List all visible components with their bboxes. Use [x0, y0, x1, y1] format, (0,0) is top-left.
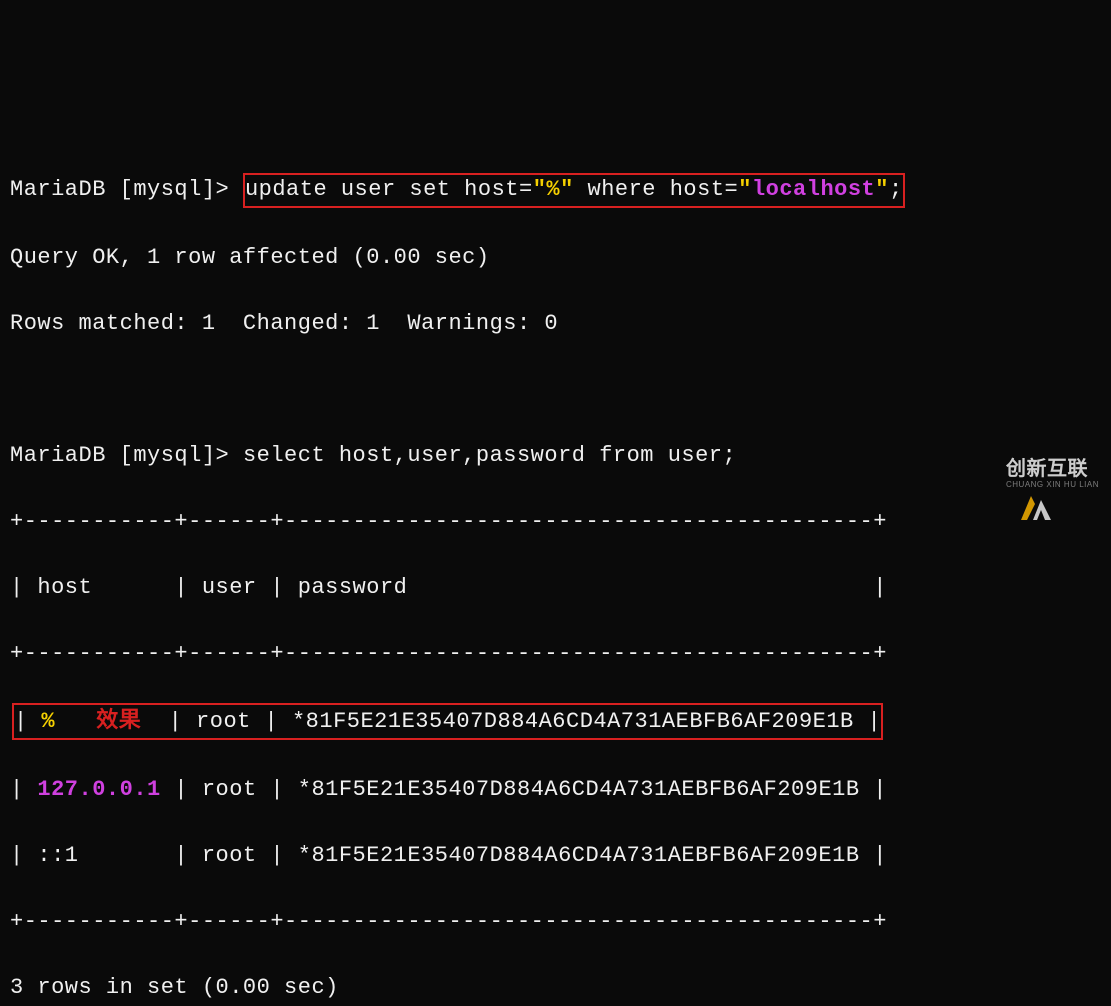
row1-pipe: |	[14, 709, 41, 734]
row1-host: %	[41, 709, 55, 734]
row1-gap1	[55, 709, 96, 734]
highlight-box-update-cmd: update user set host="%" where host="loc…	[243, 173, 905, 208]
table-row-2: | 127.0.0.1 | root | *81F5E21E35407D884A…	[10, 773, 1101, 806]
row2-pipe: |	[10, 777, 37, 802]
row1-rest: | root | *81F5E21E35407D884A6CD4A731AEBF…	[169, 709, 882, 734]
cmd-update-quote-open: "	[738, 177, 752, 202]
blank-line-1	[10, 373, 1101, 406]
row2-host: 127.0.0.1	[37, 777, 160, 802]
watermark-text-en: CHUANG XIN HU LIAN	[1006, 479, 1099, 490]
table-sep-bottom: +-----------+------+--------------------…	[10, 905, 1101, 938]
watermark-text: 创新互联 CHUANG XIN HU LIAN	[1006, 459, 1099, 490]
table-sep-mid: +-----------+------+--------------------…	[10, 637, 1101, 670]
terminal-line-select: MariaDB [mysql]> select host,user,passwo…	[10, 439, 1101, 472]
cmd-update-semicolon: ;	[889, 177, 903, 202]
table-row-3: | ::1 | root | *81F5E21E35407D884A6CD4A7…	[10, 839, 1101, 872]
prompt: MariaDB [mysql]>	[10, 177, 243, 202]
row1-gap2	[141, 709, 168, 734]
watermark: 创新互联 CHUANG XIN HU LIAN	[960, 457, 1099, 493]
annotation-effect: 效果	[96, 709, 141, 734]
output-rows-in-set: 3 rows in set (0.00 sec)	[10, 971, 1101, 1004]
cmd-update-quote-close: "	[875, 177, 889, 202]
cmd-update-localhost: localhost	[752, 177, 875, 202]
watermark-text-cn: 创新互联	[1006, 459, 1099, 479]
cmd-update-value1: "%"	[533, 177, 574, 202]
output-rows-matched: Rows matched: 1 Changed: 1 Warnings: 0	[10, 307, 1101, 340]
output-query-ok: Query OK, 1 row affected (0.00 sec)	[10, 241, 1101, 274]
highlight-box-result-row: | % 效果 | root | *81F5E21E35407D884A6CD4A…	[12, 703, 883, 740]
terminal-line-1: MariaDB [mysql]> update user set host="%…	[10, 173, 1101, 208]
row2-rest: | root | *81F5E21E35407D884A6CD4A731AEBF…	[161, 777, 887, 802]
watermark-logo-icon	[960, 457, 1000, 493]
cmd-update-text: update user set host=	[245, 177, 533, 202]
table-sep-top: +-----------+------+--------------------…	[10, 505, 1101, 538]
prompt: MariaDB [mysql]>	[10, 443, 243, 468]
table-row-1-wrap: | % 效果 | root | *81F5E21E35407D884A6CD4A…	[10, 703, 1101, 740]
cmd-update-where: where host=	[574, 177, 738, 202]
table-header: | host | user | password |	[10, 571, 1101, 604]
cmd-select: select host,user,password from user;	[243, 443, 736, 468]
